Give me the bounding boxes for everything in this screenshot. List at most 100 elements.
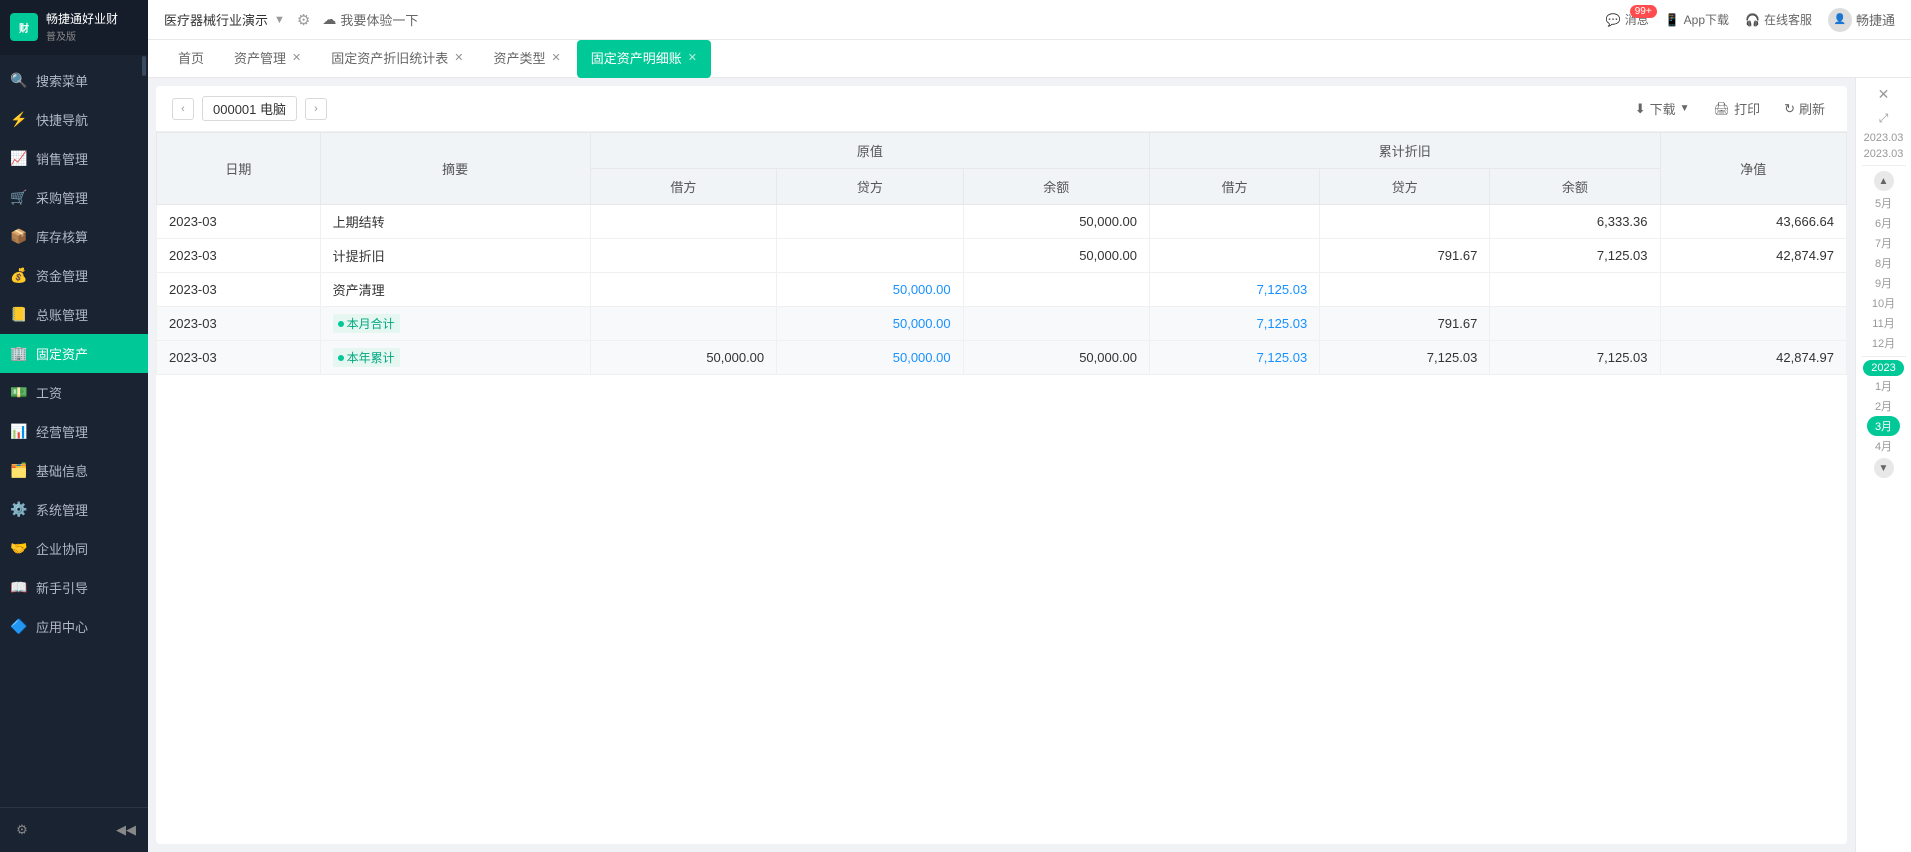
cell-net-value: 42,874.97 [1660, 341, 1847, 375]
timeline-expand-button[interactable]: ⤢ [1856, 107, 1911, 130]
cell-ov-credit: 50,000.00 [777, 341, 963, 375]
col-header-ad-credit: 贷方 [1320, 169, 1490, 205]
cell-ov-balance: 50,000.00 [963, 239, 1149, 273]
fixed-assets-icon: 🏢 [10, 344, 28, 362]
sidebar-item-search[interactable]: 🔍 搜索菜单 [0, 61, 148, 100]
timeline-month[interactable]: 6月 [1868, 213, 1899, 233]
timeline-month[interactable]: 1月 [1867, 376, 1900, 396]
purchase-icon: 🛒 [10, 188, 28, 206]
cell-ov-credit [777, 205, 963, 239]
timeline-month[interactable]: 2月 [1867, 396, 1900, 416]
sidebar-item-operations[interactable]: 📊 经营管理 [0, 412, 148, 451]
timeline-month[interactable]: 3月 [1867, 416, 1900, 436]
timeline-month[interactable]: 12月 [1868, 333, 1899, 353]
sidebar-item-label: 销售管理 [36, 149, 88, 168]
sidebar-item-guide[interactable]: 📖 新手引导 [0, 568, 148, 607]
cell-ov-debit [590, 307, 776, 341]
ledger-icon: 📒 [10, 305, 28, 323]
next-asset-button[interactable]: › [305, 98, 327, 120]
sidebar-item-quick-nav[interactable]: ⚡ 快捷导航 [0, 100, 148, 139]
tab-close-asset-type[interactable]: ✕ [552, 51, 561, 64]
user-menu[interactable]: 👤 畅捷通 [1828, 8, 1895, 32]
download-dropdown-icon: ▼ [1680, 103, 1690, 114]
asset-code-text: 000001 电脑 [213, 102, 286, 117]
sidebar: 财 畅捷通好业财 普及版 🔍 搜索菜单 ⚡ 快捷导航 📈 销售管理 🛒 采购管理… [0, 0, 148, 852]
settings-footer-icon[interactable]: ⚙ [10, 818, 34, 842]
sidebar-item-label: 工资 [36, 383, 62, 402]
timeline-scroll-up[interactable]: ▲ [1874, 171, 1894, 191]
data-table-wrapper: 日期 摘要 原值 累计折旧 净值 借方 贷方 余额 借方 贷方 余额 [156, 132, 1847, 844]
tabbar: 首页 资产管理 ✕ 固定资产折旧统计表 ✕ 资产类型 ✕ 固定资产明细账 ✕ [148, 40, 1911, 78]
cell-ad-debit: 7,125.03 [1150, 341, 1320, 375]
timeline-scroll-down[interactable]: ▼ [1874, 458, 1894, 478]
download-button[interactable]: ⬇ 下载 ▼ [1629, 96, 1696, 121]
timeline-month[interactable]: 11月 [1868, 313, 1899, 333]
customer-service-button[interactable]: 🎧 在线客服 [1745, 11, 1812, 28]
print-label: 打印 [1734, 99, 1760, 118]
sidebar-item-label: 总账管理 [36, 305, 88, 324]
timeline-month[interactable]: 7月 [1868, 233, 1899, 253]
app-download-button[interactable]: 📱 App下载 [1665, 11, 1729, 28]
prev-asset-button[interactable]: ‹ [172, 98, 194, 120]
content-toolbar: ‹ 000001 电脑 › ⬇ 下载 ▼ 🖨 打印 [156, 86, 1847, 132]
tab-asset-mgmt[interactable]: 资产管理 ✕ [220, 40, 315, 78]
tab-depreciation-table[interactable]: 固定资产折旧统计表 ✕ [317, 40, 477, 78]
sidebar-item-purchase[interactable]: 🛒 采购管理 [0, 178, 148, 217]
app-download-label: App下载 [1684, 11, 1729, 28]
topbar-gear-icon[interactable]: ⚙ [297, 11, 310, 29]
guide-icon: 📖 [10, 578, 28, 596]
timeline-active-year[interactable]: 2023 [1863, 360, 1903, 376]
timeline-month[interactable]: 8月 [1868, 253, 1899, 273]
sidebar-item-capital[interactable]: 💰 资金管理 [0, 256, 148, 295]
sidebar-item-fixed-assets[interactable]: 🏢 固定资产 [0, 334, 148, 373]
cell-ov-balance [963, 273, 1149, 307]
timeline-header-date: 2023.03 [1864, 130, 1904, 146]
cell-ov-debit [590, 239, 776, 273]
sidebar-item-enterprise[interactable]: 🤝 企业协同 [0, 529, 148, 568]
download-label: 下载 [1650, 99, 1676, 118]
timeline-close-button[interactable]: ✕ [1856, 82, 1911, 107]
sidebar-footer: ⚙ ◀◀ [0, 807, 148, 852]
sidebar-item-payroll[interactable]: 💵 工资 [0, 373, 148, 412]
sidebar-item-inventory[interactable]: 📦 库存核算 [0, 217, 148, 256]
sidebar-item-label: 新手引导 [36, 578, 88, 597]
message-button[interactable]: 💬 消息 99+ [1606, 11, 1649, 28]
timeline-month[interactable]: 9月 [1868, 273, 1899, 293]
experience-button[interactable]: ☁ 我要体验一下 [322, 10, 418, 29]
tab-close-asset-detail[interactable]: ✕ [688, 51, 697, 64]
basic-info-icon: 🗂️ [10, 461, 28, 479]
tab-home-label: 首页 [178, 48, 204, 67]
cell-ad-debit [1150, 205, 1320, 239]
sidebar-item-app-center[interactable]: 🔷 应用中心 [0, 607, 148, 646]
refresh-button[interactable]: ↻ 刷新 [1778, 96, 1831, 121]
sidebar-item-basic-info[interactable]: 🗂️ 基础信息 [0, 451, 148, 490]
timeline-month[interactable]: 5月 [1868, 193, 1899, 213]
sales-icon: 📈 [10, 149, 28, 167]
cell-ad-credit: 7,125.03 [1320, 341, 1490, 375]
company-selector[interactable]: 医疗器械行业演示 ▼ [164, 10, 285, 29]
sidebar-item-sales[interactable]: 📈 销售管理 [0, 139, 148, 178]
sidebar-item-label: 库存核算 [36, 227, 88, 246]
tab-close-depreciation[interactable]: ✕ [454, 51, 463, 64]
next-arrow-icon: › [314, 103, 318, 115]
tab-asset-detail[interactable]: 固定资产明细账 ✕ [577, 40, 711, 78]
sidebar-brand-block: 畅捷通好业财 普及版 [46, 12, 118, 43]
sidebar-item-system[interactable]: ⚙️ 系统管理 [0, 490, 148, 529]
timeline-month[interactable]: 4月 [1867, 436, 1900, 456]
sidebar-item-ledger[interactable]: 📒 总账管理 [0, 295, 148, 334]
cell-net-value [1660, 273, 1847, 307]
col-header-original-value: 原值 [590, 133, 1149, 169]
timeline-month[interactable]: 10月 [1868, 293, 1899, 313]
col-header-date: 日期 [157, 133, 321, 205]
collapse-sidebar-button[interactable]: ◀◀ [114, 818, 138, 842]
tab-asset-type-label: 资产类型 [493, 48, 545, 67]
tab-asset-type[interactable]: 资产类型 ✕ [479, 40, 574, 78]
cell-date: 2023-03 [157, 341, 321, 375]
sidebar-header: 财 畅捷通好业财 普及版 [0, 0, 148, 55]
tab-home[interactable]: 首页 [164, 40, 218, 78]
cell-ad-debit [1150, 239, 1320, 273]
tab-close-asset-mgmt[interactable]: ✕ [292, 51, 301, 64]
print-button[interactable]: 🖨 打印 [1708, 96, 1767, 121]
cell-date: 2023-03 [157, 205, 321, 239]
cell-ad-balance [1490, 307, 1660, 341]
